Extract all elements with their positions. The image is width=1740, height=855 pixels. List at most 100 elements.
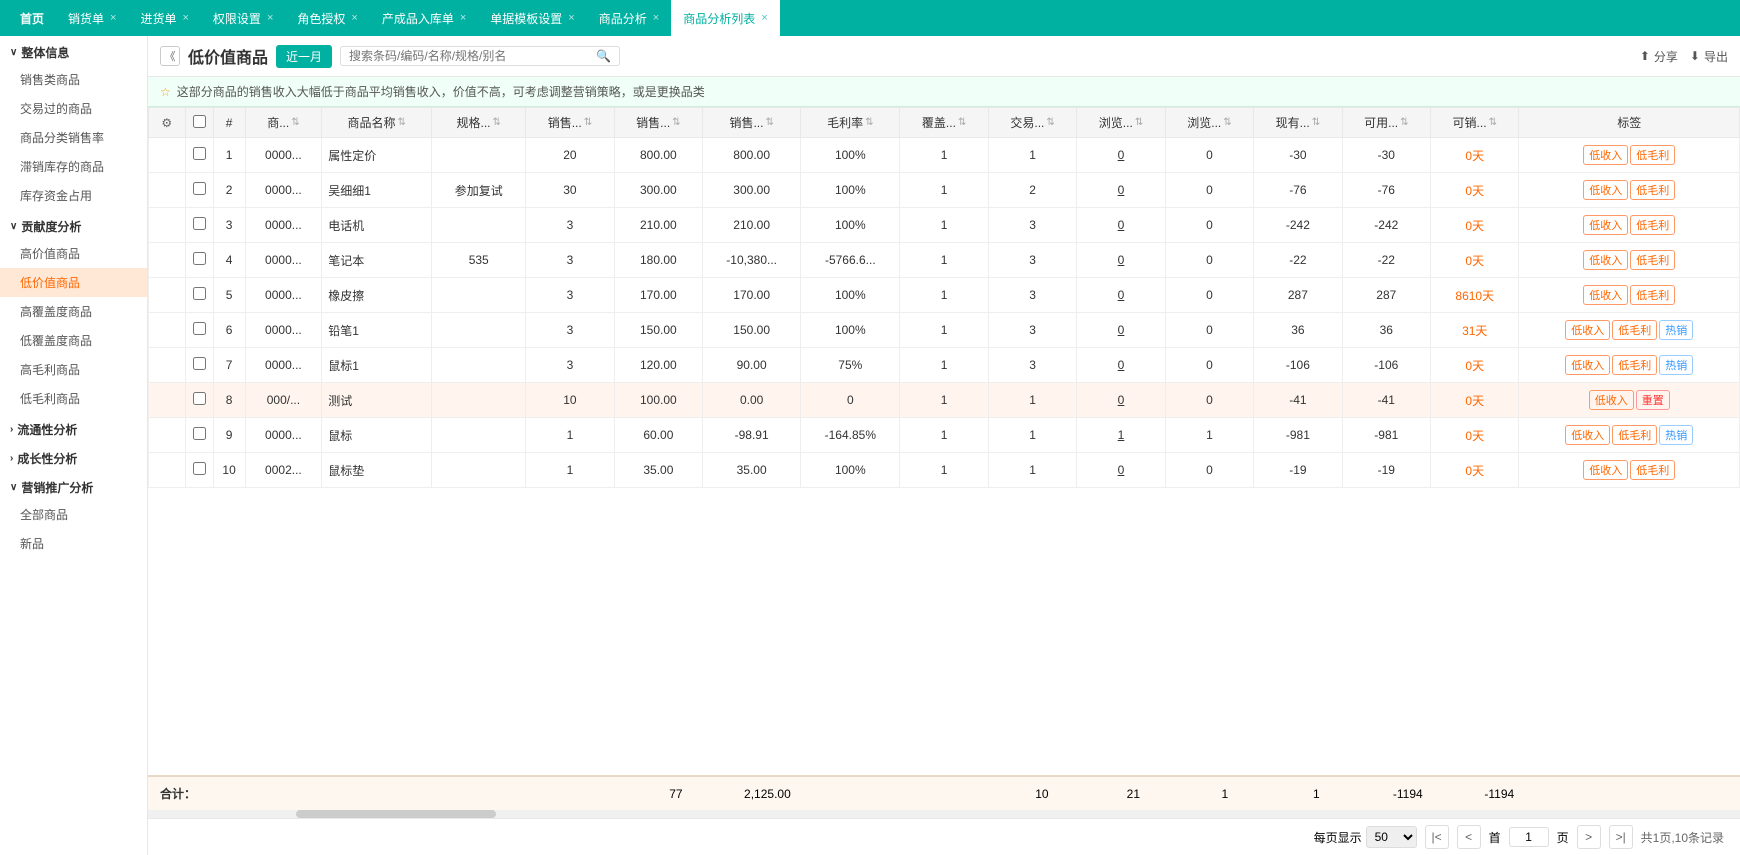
row-checkbox[interactable]	[193, 287, 206, 300]
col-trade[interactable]: 交易...⇅	[988, 108, 1076, 138]
col-browse2[interactable]: 浏览...⇅	[1165, 108, 1253, 138]
col-sales1[interactable]: 销售...⇅	[526, 108, 614, 138]
nav-template-close[interactable]: ×	[568, 12, 574, 24]
row-checkbox[interactable]	[193, 147, 206, 160]
browse-link[interactable]: 0	[1118, 148, 1125, 162]
sidebar-item-all-goods[interactable]: 全部商品	[0, 500, 147, 529]
col-available[interactable]: 可用...⇅	[1342, 108, 1430, 138]
cell-browse1[interactable]: 0	[1077, 278, 1165, 313]
sidebar-item-low-coverage[interactable]: 低覆盖度商品	[0, 326, 147, 355]
nav-permissions-close[interactable]: ×	[267, 12, 273, 24]
sidebar-item-high-coverage[interactable]: 高覆盖度商品	[0, 297, 147, 326]
date-filter-button[interactable]: 近一月	[276, 45, 332, 68]
col-spec[interactable]: 规格...⇅	[432, 108, 526, 138]
row-checkbox[interactable]	[193, 252, 206, 265]
cell-browse1[interactable]: 0	[1077, 383, 1165, 418]
nav-template[interactable]: 单据模板设置 ×	[478, 0, 586, 36]
col-settings[interactable]: ⚙	[149, 108, 186, 138]
collapse-sidebar-button[interactable]: 《	[160, 46, 180, 66]
nav-analysis-close[interactable]: ×	[653, 12, 659, 24]
col-current[interactable]: 现有...⇅	[1254, 108, 1342, 138]
first-page-button[interactable]: |<	[1425, 825, 1449, 849]
cell-browse1[interactable]: 1	[1077, 418, 1165, 453]
cell-browse1[interactable]: 0	[1077, 243, 1165, 278]
row-checkbox[interactable]	[193, 392, 206, 405]
col-sales2[interactable]: 销售...⇅	[614, 108, 702, 138]
sidebar-group-growth[interactable]: › 成长性分析	[0, 442, 147, 471]
search-icon[interactable]: 🔍	[596, 49, 611, 63]
share-button[interactable]: ⬆ 分享	[1640, 48, 1678, 65]
sidebar-group-overall[interactable]: ∨ 整体信息	[0, 36, 147, 65]
export-button[interactable]: ⬇ 导出	[1690, 48, 1728, 65]
browse-link[interactable]: 0	[1118, 358, 1125, 372]
cell-available: -41	[1342, 383, 1430, 418]
cell-settings	[149, 453, 186, 488]
nav-purchase[interactable]: 进货单 ×	[128, 0, 200, 36]
browse-link[interactable]: 0	[1118, 393, 1125, 407]
col-coverage[interactable]: 覆盖...⇅	[900, 108, 988, 138]
sidebar-item-traded-goods[interactable]: 交易过的商品	[0, 94, 147, 123]
browse-link[interactable]: 1	[1118, 428, 1125, 442]
sidebar-item-high-margin[interactable]: 高毛利商品	[0, 355, 147, 384]
row-checkbox[interactable]	[193, 182, 206, 195]
cell-browse1[interactable]: 0	[1077, 173, 1165, 208]
sidebar-group-marketing[interactable]: ∨ 营销推广分析	[0, 471, 147, 500]
col-code[interactable]: 商...⇅	[245, 108, 322, 138]
nav-analysis-list[interactable]: 商品分析列表 ×	[671, 0, 779, 36]
row-checkbox[interactable]	[193, 322, 206, 335]
row-checkbox[interactable]	[193, 217, 206, 230]
browse-link[interactable]: 0	[1118, 463, 1125, 477]
row-checkbox[interactable]	[193, 462, 206, 475]
cell-browse1[interactable]: 0	[1077, 348, 1165, 383]
sidebar-group-flow[interactable]: › 流通性分析	[0, 413, 147, 442]
browse-link[interactable]: 0	[1118, 288, 1125, 302]
scrollbar-area[interactable]	[148, 810, 1740, 818]
browse-link[interactable]: 0	[1118, 253, 1125, 267]
nav-permissions[interactable]: 权限设置 ×	[201, 0, 285, 36]
sidebar-item-new-goods[interactable]: 新品	[0, 529, 147, 558]
per-page-select[interactable]: 50 100 200	[1366, 826, 1417, 848]
row-checkbox[interactable]	[193, 357, 206, 370]
horizontal-scrollbar[interactable]	[296, 810, 496, 818]
nav-home[interactable]: 首页	[8, 0, 56, 36]
cell-browse1[interactable]: 0	[1077, 453, 1165, 488]
col-margin[interactable]: 毛利率⇅	[801, 108, 900, 138]
sidebar-item-slow-stock[interactable]: 滞销库存的商品	[0, 152, 147, 181]
sidebar-item-stock-fund[interactable]: 库存资金占用	[0, 181, 147, 210]
sidebar-item-high-value[interactable]: 高价值商品	[0, 239, 147, 268]
page-number-input[interactable]	[1509, 827, 1549, 847]
cell-browse1[interactable]: 0	[1077, 313, 1165, 348]
nav-analysis-list-close[interactable]: ×	[761, 12, 767, 24]
nav-stock-close[interactable]: ×	[460, 12, 466, 24]
sidebar-item-sales-goods[interactable]: 销售类商品	[0, 65, 147, 94]
nav-stock[interactable]: 产成品入库单 ×	[370, 0, 478, 36]
nav-roles-close[interactable]: ×	[351, 12, 357, 24]
last-page-button[interactable]: >|	[1609, 825, 1633, 849]
nav-purchase-close[interactable]: ×	[182, 12, 188, 24]
col-saleable[interactable]: 可销...⇅	[1431, 108, 1519, 138]
sidebar-group-contribution[interactable]: ∨ 贡献度分析	[0, 210, 147, 239]
select-all-checkbox[interactable]	[193, 115, 206, 128]
sidebar-item-category-rate[interactable]: 商品分类销售率	[0, 123, 147, 152]
prev-page-button[interactable]: <	[1457, 825, 1481, 849]
cell-browse1[interactable]: 0	[1077, 138, 1165, 173]
browse-link[interactable]: 0	[1118, 183, 1125, 197]
browse-link[interactable]: 0	[1118, 323, 1125, 337]
sidebar-item-low-value[interactable]: 低价值商品	[0, 268, 147, 297]
col-sales3[interactable]: 销售...⇅	[703, 108, 801, 138]
nav-sales-close[interactable]: ×	[110, 12, 116, 24]
search-input[interactable]	[349, 49, 596, 63]
table-row: 7 0000... 鼠标1 3 120.00 90.00 75% 1 3 0 0…	[149, 348, 1740, 383]
row-checkbox[interactable]	[193, 427, 206, 440]
nav-sales[interactable]: 销货单 ×	[56, 0, 128, 36]
col-name[interactable]: 商品名称⇅	[322, 108, 432, 138]
next-page-button[interactable]: >	[1577, 825, 1601, 849]
nav-analysis[interactable]: 商品分析 ×	[587, 0, 671, 36]
chevron-right-icon-2: ›	[10, 453, 13, 464]
col-browse1[interactable]: 浏览...⇅	[1077, 108, 1165, 138]
sidebar-item-low-margin[interactable]: 低毛利商品	[0, 384, 147, 413]
browse-link[interactable]: 0	[1118, 218, 1125, 232]
cell-tags: 低收入低毛利热销	[1519, 313, 1740, 348]
cell-browse1[interactable]: 0	[1077, 208, 1165, 243]
nav-roles[interactable]: 角色授权 ×	[285, 0, 369, 36]
